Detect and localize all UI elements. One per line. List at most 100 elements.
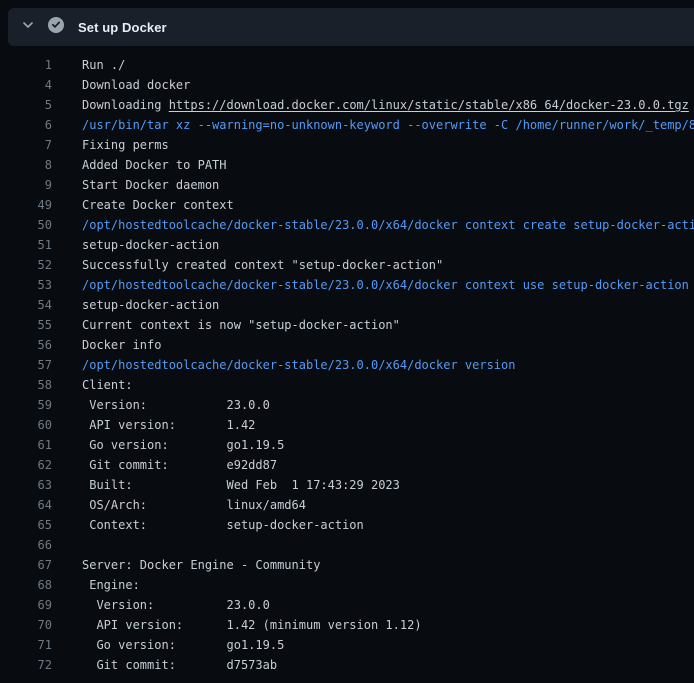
line-number[interactable]: 54	[0, 295, 52, 315]
line-number[interactable]: 5	[0, 95, 52, 115]
log-line: 7 Fixing perms	[0, 135, 694, 155]
line-number[interactable]: 67	[0, 555, 52, 575]
log-line: 5 Downloading https://download.docker.com…	[0, 95, 694, 115]
step-header[interactable]: Set up Docker	[8, 8, 694, 46]
log-text: Version: 23.0.0	[82, 395, 270, 415]
group-title[interactable]: Docker info	[82, 338, 161, 352]
command-text: /usr/bin/tar xz --warning=no-unknown-key…	[82, 115, 694, 135]
log-text: setup-docker-action	[82, 295, 219, 315]
log-text: OS/Arch: linux/amd64	[82, 495, 306, 515]
log-line: 56 ▼Docker info	[0, 335, 694, 355]
log-line: 67 Server: Docker Engine - Community	[0, 555, 694, 575]
group-title[interactable]: Start Docker daemon	[82, 178, 219, 192]
log-line: 53/opt/hostedtoolcache/docker-stable/23.…	[0, 275, 694, 295]
log-line: 71 Go version: go1.19.5	[0, 635, 694, 655]
log-line: 4 ▼Download docker	[0, 75, 694, 95]
line-number[interactable]: 70	[0, 615, 52, 635]
log-line: 55 Current context is now "setup-docker-a…	[0, 315, 694, 335]
group-title[interactable]: Download docker	[82, 78, 190, 92]
chevron-down-icon[interactable]	[22, 18, 34, 36]
line-number[interactable]: 65	[0, 515, 52, 535]
log-line: 63 Built: Wed Feb 1 17:43:29 2023	[0, 475, 694, 495]
line-number[interactable]: 72	[0, 655, 52, 675]
log-text: Git commit: d7573ab	[82, 655, 277, 675]
line-number[interactable]: 51	[0, 235, 52, 255]
log-line: 57/opt/hostedtoolcache/docker-stable/23.…	[0, 355, 694, 375]
log-link[interactable]: https://download.docker.com/linux/static…	[169, 98, 689, 112]
log-group-header[interactable]: ▶Run ./	[82, 55, 125, 75]
line-number[interactable]: 9	[0, 175, 52, 195]
log-line: 58 Client:	[0, 375, 694, 395]
line-number[interactable]: 56	[0, 335, 52, 355]
line-number[interactable]: 66	[0, 535, 52, 555]
log-line: 52 Successfully created context "setup-do…	[0, 255, 694, 275]
command-text: /opt/hostedtoolcache/docker-stable/23.0.…	[82, 215, 694, 235]
log-line: 51 setup-docker-action	[0, 235, 694, 255]
line-number[interactable]: 62	[0, 455, 52, 475]
line-number[interactable]: 64	[0, 495, 52, 515]
log-line: 66	[0, 535, 694, 555]
log-line: 59 Version: 23.0.0	[0, 395, 694, 415]
log-text: API version: 1.42	[82, 415, 255, 435]
line-number[interactable]: 53	[0, 275, 52, 295]
command-text: /opt/hostedtoolcache/docker-stable/23.0.…	[82, 275, 689, 295]
line-number[interactable]: 50	[0, 215, 52, 235]
line-number[interactable]: 57	[0, 355, 52, 375]
log-line: 6/usr/bin/tar xz --warning=no-unknown-ke…	[0, 115, 694, 135]
line-number[interactable]: 58	[0, 375, 52, 395]
log-text: Successfully created context "setup-dock…	[82, 255, 443, 275]
command-text: /opt/hostedtoolcache/docker-stable/23.0.…	[82, 355, 515, 375]
log-line: 54 setup-docker-action	[0, 295, 694, 315]
log-line: 61 Go version: go1.19.5	[0, 435, 694, 455]
group-title[interactable]: Create Docker context	[82, 198, 234, 212]
line-number[interactable]: 63	[0, 475, 52, 495]
group-title[interactable]: Run ./	[82, 58, 125, 72]
log-text: Added Docker to PATH	[82, 155, 227, 175]
log-line: 50/opt/hostedtoolcache/docker-stable/23.…	[0, 215, 694, 235]
line-number[interactable]: 49	[0, 195, 52, 215]
log-line: 9 ▶Start Docker daemon	[0, 175, 694, 195]
log-line: 69 Version: 23.0.0	[0, 595, 694, 615]
log-text: Fixing perms	[82, 135, 169, 155]
line-number[interactable]: 8	[0, 155, 52, 175]
step-title: Set up Docker	[78, 20, 167, 35]
log-text-prefix: Downloading	[82, 98, 169, 112]
log-text: Context: setup-docker-action	[82, 515, 364, 535]
check-circle-icon	[48, 17, 64, 38]
log-text: setup-docker-action	[82, 235, 219, 255]
log-text: Built: Wed Feb 1 17:43:29 2023	[82, 475, 400, 495]
line-number[interactable]: 6	[0, 115, 52, 135]
log-group-header[interactable]: ▼Docker info	[82, 335, 161, 355]
line-number[interactable]: 71	[0, 635, 52, 655]
line-number[interactable]: 69	[0, 595, 52, 615]
line-number[interactable]: 68	[0, 575, 52, 595]
log-group-header[interactable]: ▶Start Docker daemon	[82, 175, 219, 195]
log-line: 68 Engine:	[0, 575, 694, 595]
log-text: Git commit: e92dd87	[82, 455, 277, 475]
log-line: 60 API version: 1.42	[0, 415, 694, 435]
line-number[interactable]: 61	[0, 435, 52, 455]
line-number[interactable]: 4	[0, 75, 52, 95]
log-group-header[interactable]: ▼Create Docker context	[82, 195, 234, 215]
line-number[interactable]: 59	[0, 395, 52, 415]
line-number[interactable]: 1	[0, 55, 52, 75]
log-text: API version: 1.42 (minimum version 1.12)	[82, 615, 422, 635]
log-line: 8 Added Docker to PATH	[0, 155, 694, 175]
log-group-header[interactable]: ▼Download docker	[82, 75, 190, 95]
log-text: Client:	[82, 375, 133, 395]
log-text: Downloading https://download.docker.com/…	[82, 95, 689, 115]
log-line: 49 ▼Create Docker context	[0, 195, 694, 215]
log-line: 62 Git commit: e92dd87	[0, 455, 694, 475]
log-text: Go version: go1.19.5	[82, 635, 284, 655]
log-text: Go version: go1.19.5	[82, 435, 284, 455]
log-line: 65 Context: setup-docker-action	[0, 515, 694, 535]
log-text: Current context is now "setup-docker-act…	[82, 315, 400, 335]
line-number[interactable]: 7	[0, 135, 52, 155]
line-number[interactable]: 52	[0, 255, 52, 275]
line-number[interactable]: 55	[0, 315, 52, 335]
log-text: Server: Docker Engine - Community	[82, 555, 320, 575]
line-number[interactable]: 60	[0, 415, 52, 435]
log-line: 72 Git commit: d7573ab	[0, 655, 694, 675]
log-text: Version: 23.0.0	[82, 595, 270, 615]
log-line: 64 OS/Arch: linux/amd64	[0, 495, 694, 515]
